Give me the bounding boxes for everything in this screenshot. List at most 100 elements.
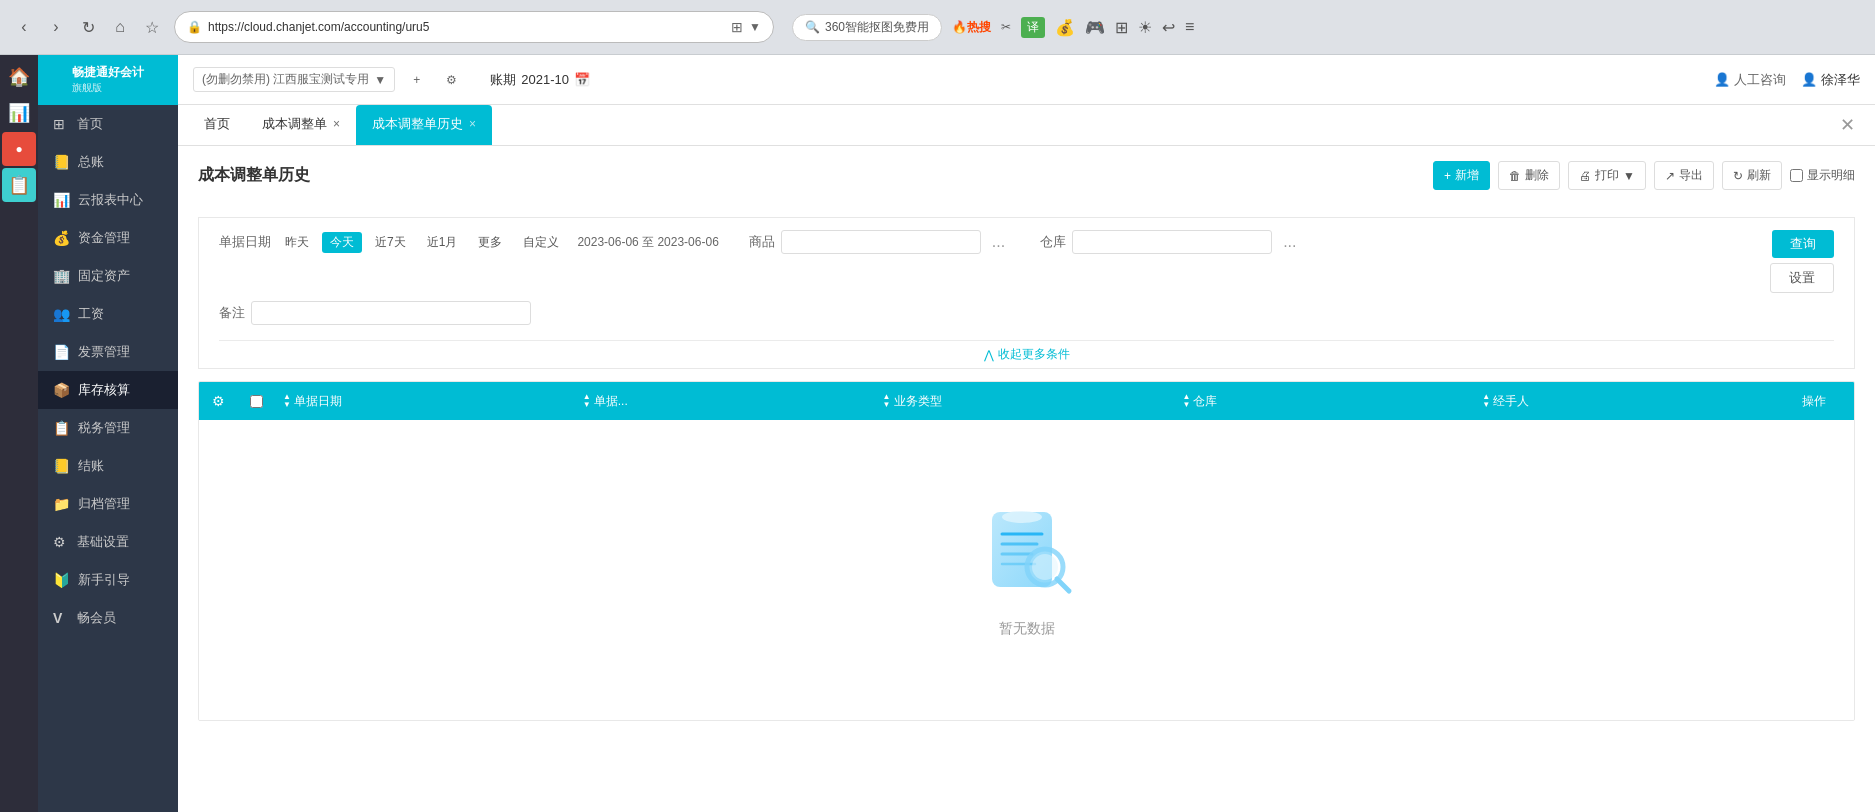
service-button[interactable]: 👤 人工咨询 bbox=[1714, 71, 1786, 89]
show-cols-label: 显示明细 bbox=[1807, 167, 1855, 184]
th-actions-label: 操作 bbox=[1802, 393, 1826, 410]
th-actions: 操作 bbox=[1774, 393, 1854, 410]
tab-home[interactable]: 首页 bbox=[188, 105, 246, 145]
undo-tool[interactable]: ↩ bbox=[1162, 18, 1175, 37]
lock-icon: 🔒 bbox=[187, 20, 202, 34]
refresh-button[interactable]: ↻ bbox=[74, 13, 102, 41]
archive-icon: 📁 bbox=[53, 496, 70, 512]
period-value: 2021-10 bbox=[521, 72, 569, 87]
date-opt-custom[interactable]: 自定义 bbox=[515, 232, 567, 253]
refresh-button[interactable]: ↻ 刷新 bbox=[1722, 161, 1782, 190]
filter-warehouse-field: 仓库 ... bbox=[1040, 230, 1301, 254]
settings-top-btn[interactable]: ⚙ bbox=[438, 71, 465, 89]
sidebar-label-guide: 新手引导 bbox=[78, 571, 130, 589]
add-company-btn[interactable]: + bbox=[405, 71, 428, 89]
th-checkbox[interactable] bbox=[237, 395, 275, 408]
grid-tool[interactable]: ⊞ bbox=[1115, 18, 1128, 37]
hot-search[interactable]: 🔥热搜 bbox=[952, 19, 991, 36]
sidebar-item-invoice[interactable]: 📄 发票管理 bbox=[38, 333, 178, 371]
back-button[interactable]: ‹ bbox=[10, 13, 38, 41]
sidebar-item-reports[interactable]: 📊 云报表中心 bbox=[38, 181, 178, 219]
collapse-button[interactable]: ⋀ 收起更多条件 bbox=[219, 340, 1834, 368]
sun-tool[interactable]: ☀ bbox=[1138, 18, 1152, 37]
sidebar-item-close[interactable]: 📒 结账 bbox=[38, 447, 178, 485]
export-button[interactable]: ↗ 导出 bbox=[1654, 161, 1714, 190]
show-cols-checkbox-input[interactable] bbox=[1790, 169, 1803, 182]
tabs-bar: 首页 成本调整单 × 成本调整单历史 × ✕ bbox=[178, 105, 1875, 146]
query-button[interactable]: 查询 bbox=[1772, 230, 1834, 258]
game-tool[interactable]: 🎮 bbox=[1085, 18, 1105, 37]
tab-cost-adjust-history[interactable]: 成本调整单历史 × bbox=[356, 105, 492, 145]
sidebar-item-salary[interactable]: 👥 工资 bbox=[38, 295, 178, 333]
date-opt-today[interactable]: 今天 bbox=[322, 232, 362, 253]
delete-button[interactable]: 🗑 删除 bbox=[1498, 161, 1560, 190]
th-biz-type[interactable]: ▲▼ 业务类型 bbox=[875, 393, 1175, 410]
menu-tool[interactable]: ≡ bbox=[1185, 18, 1194, 36]
address-bar[interactable]: 🔒 https://cloud.chanjet.com/accounting/u… bbox=[174, 11, 774, 43]
sidebar-item-ledger[interactable]: 📒 总账 bbox=[38, 143, 178, 181]
icon-bar-home[interactable]: 🏠 bbox=[2, 60, 36, 94]
tab-cost-adjust-label: 成本调整单 bbox=[262, 115, 327, 133]
company-dropdown-icon: ▼ bbox=[374, 73, 386, 87]
filter-fields: 单据日期 昨天 今天 近7天 近1月 更多 自定义 2023-06-06 至 2… bbox=[219, 230, 1744, 254]
company-name: (勿删勿禁用) 江西服宝测试专用 bbox=[202, 71, 369, 88]
add-button[interactable]: + 新增 bbox=[1433, 161, 1490, 190]
print-label: 打印 bbox=[1595, 167, 1619, 184]
sidebar-item-guide[interactable]: 🔰 新手引导 bbox=[38, 561, 178, 599]
sidebar-label-archive: 归档管理 bbox=[78, 495, 130, 513]
date-opt-7days[interactable]: 近7天 bbox=[367, 232, 414, 253]
wallet-tool[interactable]: 💰 bbox=[1055, 18, 1075, 37]
tab-cost-adjust[interactable]: 成本调整单 × bbox=[246, 105, 356, 145]
icon-bar-red[interactable]: ● bbox=[2, 132, 36, 166]
sidebar-item-funds[interactable]: 💰 资金管理 bbox=[38, 219, 178, 257]
sidebar-item-home[interactable]: ⊞ 首页 bbox=[38, 105, 178, 143]
user-info[interactable]: 👤 徐泽华 bbox=[1801, 71, 1860, 89]
th-doc-no[interactable]: ▲▼ 单据... bbox=[575, 393, 875, 410]
main-area: (勿删勿禁用) 江西服宝测试专用 ▼ + ⚙ 账期 2021-10 📅 👤 人工… bbox=[178, 55, 1875, 812]
sidebar-item-inventory[interactable]: 📦 库存核算 bbox=[38, 371, 178, 409]
filter-settings-button[interactable]: 设置 bbox=[1770, 263, 1834, 293]
search-bar[interactable]: 🔍 360智能抠图免费用 bbox=[792, 14, 942, 41]
tab-cost-adjust-close[interactable]: × bbox=[333, 117, 340, 131]
page-title: 成本调整单历史 bbox=[198, 165, 310, 186]
tab-home-label: 首页 bbox=[204, 115, 230, 133]
icon-bar-chart[interactable]: 📊 bbox=[2, 96, 36, 130]
sidebar-item-assets[interactable]: 🏢 固定资产 bbox=[38, 257, 178, 295]
forward-button[interactable]: › bbox=[42, 13, 70, 41]
filter-settings-label: 设置 bbox=[1789, 270, 1815, 285]
product-filter-input[interactable] bbox=[781, 230, 981, 254]
home-button[interactable]: ⌂ bbox=[106, 13, 134, 41]
th-warehouse[interactable]: ▲▼ 仓库 bbox=[1174, 393, 1474, 410]
show-cols-toggle[interactable]: 显示明细 bbox=[1790, 167, 1855, 184]
th-settings[interactable]: ⚙ bbox=[199, 393, 237, 409]
date-opt-1month[interactable]: 近1月 bbox=[419, 232, 466, 253]
select-all-checkbox[interactable] bbox=[250, 395, 263, 408]
sidebar-item-vip[interactable]: V 畅会员 bbox=[38, 599, 178, 637]
date-opt-more[interactable]: 更多 bbox=[470, 232, 510, 253]
print-button[interactable]: 🖨 打印 ▼ bbox=[1568, 161, 1646, 190]
star-button[interactable]: ☆ bbox=[138, 13, 166, 41]
reports-icon: 📊 bbox=[53, 192, 70, 208]
warehouse-filter-input[interactable] bbox=[1072, 230, 1272, 254]
sidebar-label-assets: 固定资产 bbox=[78, 267, 130, 285]
sidebar-item-tax[interactable]: 📋 税务管理 bbox=[38, 409, 178, 447]
th-date[interactable]: ▲▼ 单据日期 bbox=[275, 393, 575, 410]
warehouse-dots-btn[interactable]: ... bbox=[1278, 233, 1301, 251]
date-opt-yesterday[interactable]: 昨天 bbox=[277, 232, 317, 253]
translate-tool[interactable]: 译 bbox=[1021, 17, 1045, 38]
salary-icon: 👥 bbox=[53, 306, 70, 322]
sidebar-item-settings[interactable]: ⚙ 基础设置 bbox=[38, 523, 178, 561]
sidebar-item-archive[interactable]: 📁 归档管理 bbox=[38, 485, 178, 523]
company-select[interactable]: (勿删勿禁用) 江西服宝测试专用 ▼ bbox=[193, 67, 395, 92]
th-handler[interactable]: ▲▼ 经手人 bbox=[1474, 393, 1774, 410]
icon-bar-active[interactable]: 📋 bbox=[2, 168, 36, 202]
tab-cost-adjust-history-close[interactable]: × bbox=[469, 117, 476, 131]
sidebar-label-reports: 云报表中心 bbox=[78, 191, 143, 209]
browser-tools: 🔍 360智能抠图免费用 🔥热搜 ✂ 译 💰 🎮 ⊞ ☀ ↩ ≡ bbox=[792, 14, 1194, 41]
close-all-tabs-btn[interactable]: ✕ bbox=[1830, 114, 1865, 136]
scissors-tool[interactable]: ✂ bbox=[1001, 20, 1011, 34]
product-dots-btn[interactable]: ... bbox=[987, 233, 1010, 251]
remark-filter-input[interactable] bbox=[251, 301, 531, 325]
assets-icon: 🏢 bbox=[53, 268, 70, 284]
sidebar-label-invoice: 发票管理 bbox=[78, 343, 130, 361]
